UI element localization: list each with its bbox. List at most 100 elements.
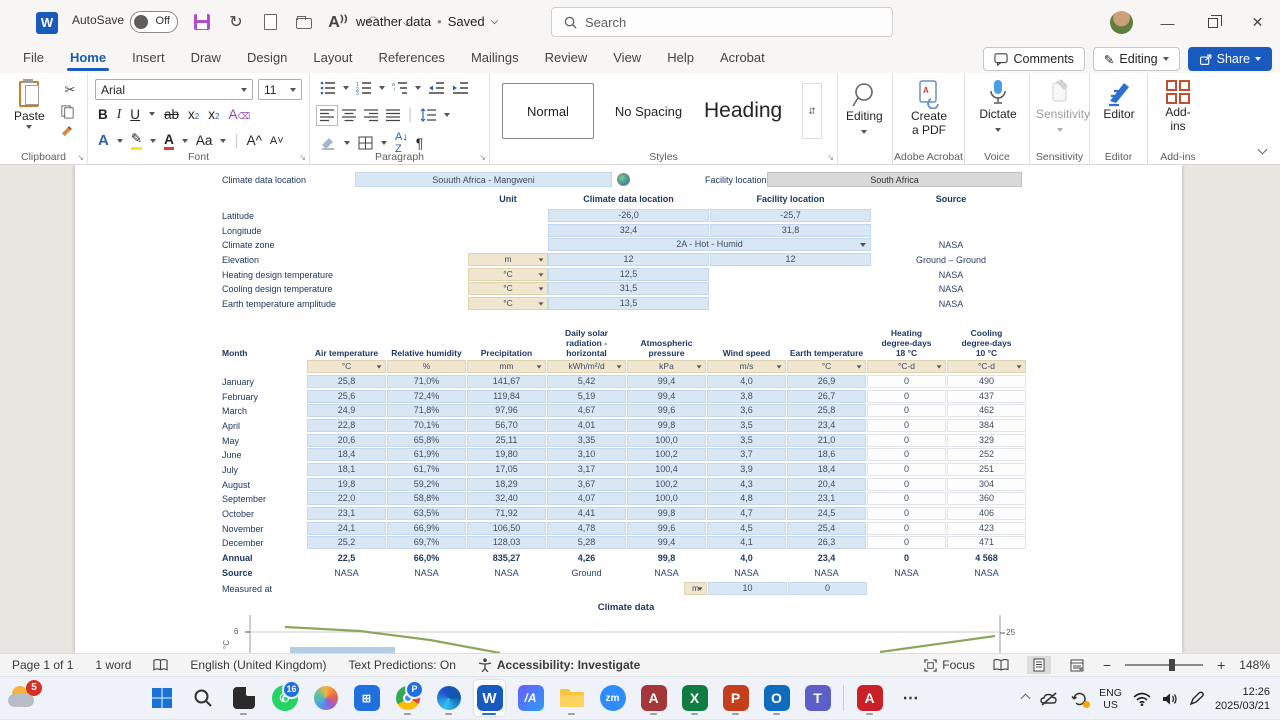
shading-icon[interactable]	[320, 136, 336, 150]
month-cell[interactable]: 71,92	[467, 507, 546, 520]
month-cell[interactable]: 23,1	[787, 492, 866, 505]
month-cell[interactable]: 4,1	[707, 536, 786, 549]
font-color-dropdown[interactable]	[181, 138, 188, 143]
month-cell[interactable]: 3,6	[707, 404, 786, 417]
month-cell[interactable]: 26,7	[787, 390, 866, 403]
month-cell[interactable]: 3,5	[707, 419, 786, 432]
format-painter-icon[interactable]	[60, 124, 75, 138]
monthly-unit-7[interactable]: °C-d	[867, 360, 946, 373]
tab-design[interactable]: Design	[234, 45, 300, 73]
open-folder-icon[interactable]	[292, 10, 316, 34]
underline-button[interactable]: U	[130, 107, 140, 122]
excel-button[interactable]: X	[679, 680, 710, 716]
tab-help[interactable]: Help	[654, 45, 707, 73]
file-explorer-button[interactable]	[556, 680, 587, 716]
user-avatar[interactable]	[1110, 11, 1133, 34]
copy-icon[interactable]	[60, 104, 75, 119]
change-case-button[interactable]: Aa	[196, 133, 213, 148]
multilevel-list-icon[interactable]: ai	[392, 81, 408, 95]
align-right-icon[interactable]	[364, 108, 378, 122]
comments-button[interactable]: Comments	[983, 47, 1085, 71]
month-cell[interactable]: 72,4%	[387, 390, 466, 403]
month-cell[interactable]: 21,0	[787, 434, 866, 447]
info-climate-1[interactable]: 32,4	[548, 224, 709, 237]
climate-location-input[interactable]: Souuth Africa - Mangweni	[355, 172, 612, 187]
tab-references[interactable]: References	[365, 45, 457, 73]
month-cell[interactable]: 3,67	[547, 478, 626, 491]
month-cell[interactable]: 99,6	[627, 404, 706, 417]
slash-a-app-button[interactable]: /A	[515, 680, 546, 716]
addins-button[interactable]: Add-ins	[1158, 79, 1198, 133]
month-cell[interactable]: 3,17	[547, 463, 626, 476]
measured-wind-input[interactable]: 10	[708, 582, 787, 595]
document-title[interactable]: weather data • Saved	[356, 14, 498, 29]
zoom-slider[interactable]	[1125, 659, 1204, 671]
style-no-spacing[interactable]: No Spacing	[597, 83, 700, 139]
month-cell[interactable]: 97,96	[467, 404, 546, 417]
word-count[interactable]: 1 word	[95, 658, 131, 672]
monthly-unit-2[interactable]: mm	[467, 360, 546, 373]
zoom-level[interactable]: 148%	[1239, 658, 1270, 672]
month-cell[interactable]: 61,9%	[387, 448, 466, 461]
highlight-button[interactable]: ✎	[130, 131, 143, 150]
grow-font-button[interactable]: A^	[247, 133, 262, 148]
tab-review[interactable]: Review	[532, 45, 601, 73]
chrome-button[interactable]: P	[392, 680, 424, 716]
start-button[interactable]	[146, 680, 177, 716]
month-cell[interactable]: 5,28	[547, 536, 626, 549]
month-cell[interactable]: 61,7%	[387, 463, 466, 476]
month-cell[interactable]: 63,5%	[387, 507, 466, 520]
bold-button[interactable]: B	[98, 107, 108, 122]
month-cell[interactable]: 18,4	[787, 463, 866, 476]
month-cell[interactable]: 17,05	[467, 463, 546, 476]
month-cell[interactable]: 5,19	[547, 390, 626, 403]
subscript-button[interactable]: x2	[188, 107, 199, 122]
zoom-in-button[interactable]: +	[1217, 657, 1225, 673]
info-climate-6[interactable]: 13,5	[548, 297, 709, 310]
monthly-unit-3[interactable]: kWh/m²/d	[547, 360, 626, 373]
whatsapp-button[interactable]: ✆ 16	[269, 680, 301, 716]
taskbar-overflow-button[interactable]: ⋯	[895, 680, 926, 716]
month-cell[interactable]: 25,11	[467, 434, 546, 447]
update-pending-icon[interactable]	[1071, 691, 1091, 708]
month-cell[interactable]: 100,4	[627, 463, 706, 476]
paste-button[interactable]: Paste	[14, 79, 45, 129]
month-cell[interactable]: 58,8%	[387, 492, 466, 505]
month-cell[interactable]: 25,4	[787, 522, 866, 535]
accessibility-status[interactable]: Accessibility: Investigate	[497, 658, 640, 672]
month-cell[interactable]: 65,8%	[387, 434, 466, 447]
month-cell[interactable]: 18,1	[307, 463, 386, 476]
dark-app-button[interactable]	[228, 680, 259, 716]
month-cell[interactable]: 106,50	[467, 522, 546, 535]
clipboard-dialog-launcher[interactable]: ↘	[77, 153, 84, 162]
autosave-toggle[interactable]: Off	[130, 11, 178, 33]
month-cell[interactable]: 100,2	[627, 478, 706, 491]
month-cell[interactable]: 19,8	[307, 478, 386, 491]
search-input[interactable]: Search	[551, 7, 893, 37]
month-cell[interactable]: 25,2	[307, 536, 386, 549]
zoom-slider-handle[interactable]	[1169, 659, 1176, 671]
month-cell[interactable]: 20,6	[307, 434, 386, 447]
read-aloud-icon[interactable]: A⁾⁾	[326, 10, 350, 34]
info-facility-1[interactable]: 31,8	[710, 224, 871, 237]
month-cell[interactable]: 3,10	[547, 448, 626, 461]
font-dialog-launcher[interactable]: ↘	[299, 153, 306, 162]
month-cell[interactable]: 71,0%	[387, 375, 466, 388]
tab-mailings[interactable]: Mailings	[458, 45, 532, 73]
month-cell[interactable]: 99,6	[627, 522, 706, 535]
month-cell[interactable]: 3,9	[707, 463, 786, 476]
month-cell[interactable]: 56,70	[467, 419, 546, 432]
month-cell[interactable]: 4,7	[707, 507, 786, 520]
superscript-button[interactable]: x2	[208, 107, 219, 122]
styles-dialog-launcher[interactable]: ↘	[827, 153, 834, 162]
increase-indent-icon[interactable]	[452, 81, 469, 95]
styles-gallery-more[interactable]: ⇵	[802, 83, 822, 139]
month-cell[interactable]: 100,2	[627, 448, 706, 461]
month-cell[interactable]: 100,0	[627, 492, 706, 505]
month-cell[interactable]: 32,40	[467, 492, 546, 505]
tab-file[interactable]: File	[10, 45, 57, 73]
zoom-app-button[interactable]: zm	[597, 680, 628, 716]
proofing-icon[interactable]	[153, 658, 169, 672]
line-spacing-icon[interactable]	[420, 108, 437, 122]
tray-chevron-icon[interactable]	[1020, 693, 1031, 705]
